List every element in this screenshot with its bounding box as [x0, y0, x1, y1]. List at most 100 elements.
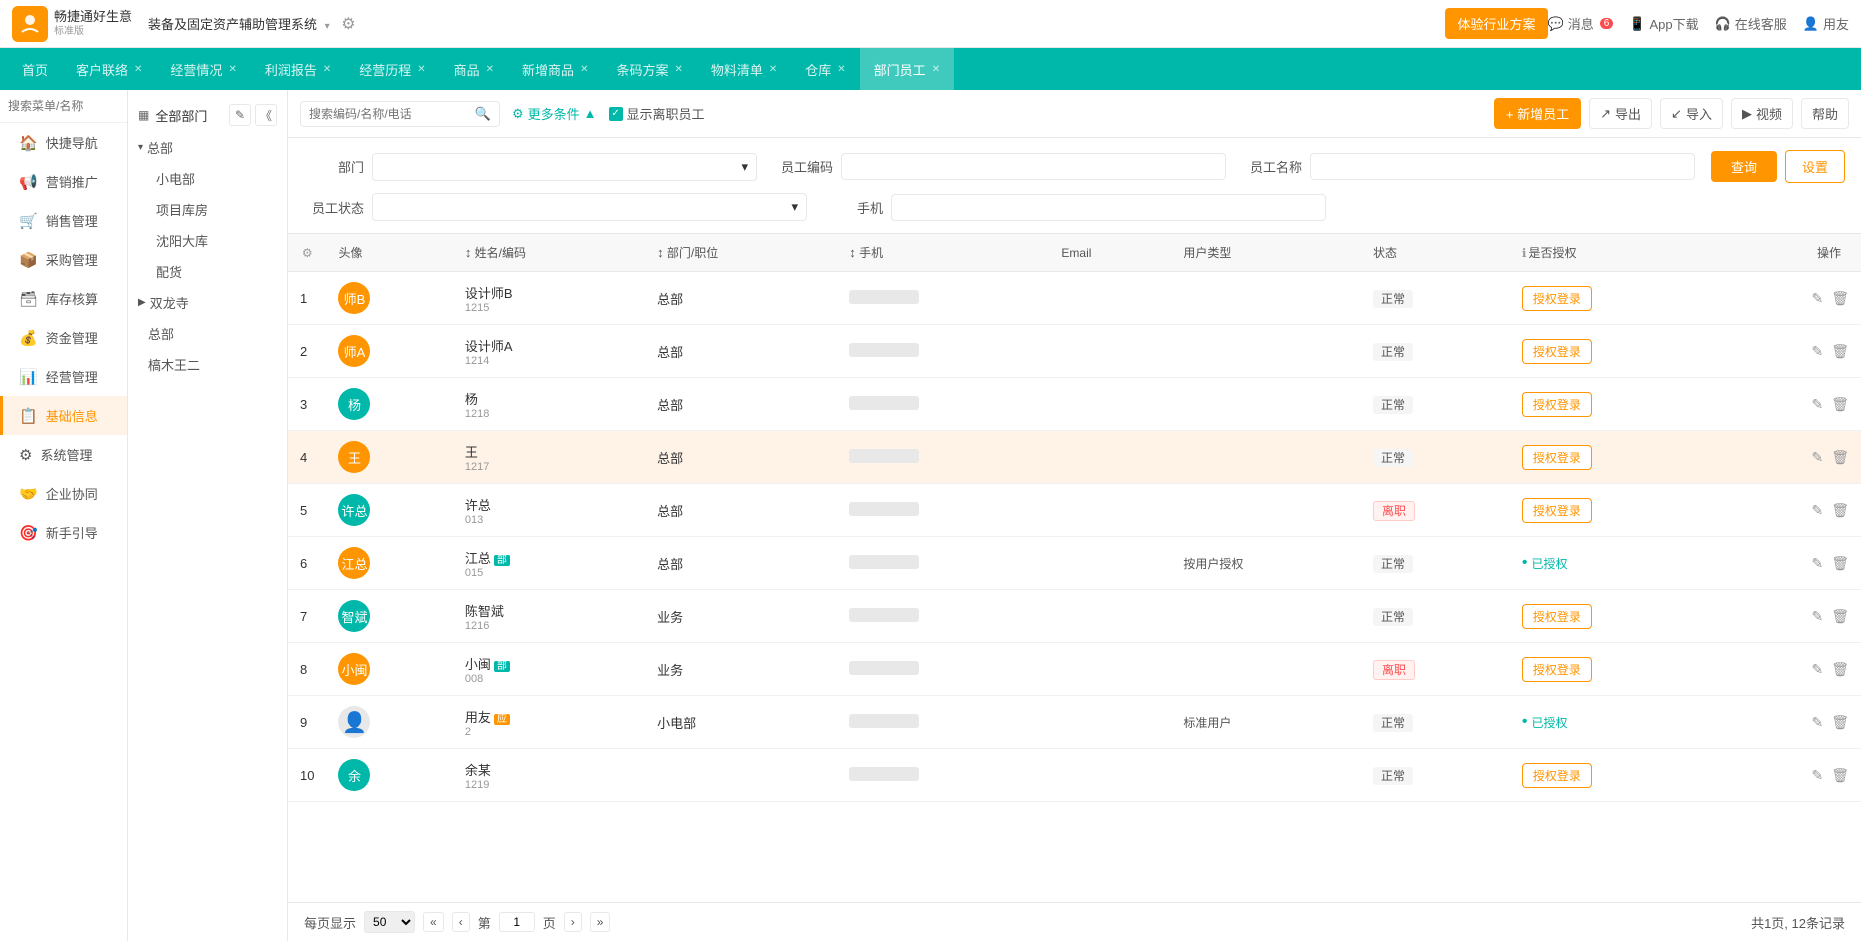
emp-code-input[interactable] [841, 153, 1226, 180]
import-btn[interactable]: ↙ 导入 [1660, 98, 1723, 129]
close-tab-bom[interactable]: ✕ [769, 64, 777, 75]
dept-group-zongbu[interactable]: ▾ 总部 [128, 132, 287, 163]
view-btn[interactable]: ▶ 视频 [1731, 98, 1793, 129]
show-resigned-toggle[interactable]: ✓ 显示离职员工 [609, 104, 705, 123]
edit-btn[interactable]: ✎ [1811, 290, 1823, 307]
sidebar-item-guide[interactable]: 🎯 新手引导 [0, 513, 127, 552]
query-btn[interactable]: 查询 [1711, 151, 1777, 182]
delete-btn[interactable]: 🗑 [1831, 714, 1849, 731]
auth-btn[interactable]: 授权登录 [1522, 604, 1592, 629]
edit-btn[interactable]: ✎ [1811, 343, 1823, 360]
export-btn[interactable]: ↗ 导出 [1589, 98, 1652, 129]
set-btn[interactable]: 设置 [1785, 150, 1845, 183]
dept-select[interactable]: ▾ [372, 153, 757, 181]
delete-btn[interactable]: 🗑 [1831, 502, 1849, 519]
prev-page-btn[interactable]: ‹ [452, 912, 470, 932]
dept-item-peihuo[interactable]: 配货 [128, 256, 287, 287]
dept-edit-icon[interactable]: ✎ [229, 104, 251, 126]
tab-history[interactable]: 经营历程 ✕ [345, 48, 439, 90]
delete-btn[interactable]: 🗑 [1831, 290, 1849, 307]
help-btn[interactable]: 帮助 [1801, 98, 1849, 129]
dept-group-shuanglongsi[interactable]: ▶ 双龙寺 [128, 287, 287, 318]
experience-btn[interactable]: 体验行业方案 [1445, 8, 1547, 39]
delete-btn[interactable]: 🗑 [1831, 661, 1849, 678]
edit-btn[interactable]: ✎ [1811, 502, 1823, 519]
auth-btn[interactable]: 授权登录 [1522, 763, 1592, 788]
sidebar-item-operation[interactable]: 📊 经营管理 [0, 357, 127, 396]
online-service-btn[interactable]: 🎧 在线客服 [1715, 14, 1787, 33]
edit-btn[interactable]: ✎ [1811, 396, 1823, 413]
delete-btn[interactable]: 🗑 [1831, 343, 1849, 360]
edit-btn[interactable]: ✎ [1811, 449, 1823, 466]
close-tab-customer[interactable]: ✕ [134, 64, 142, 75]
sidebar-item-marketing[interactable]: 📢 营销推广 [0, 162, 127, 201]
first-page-btn[interactable]: « [423, 912, 444, 932]
edit-btn[interactable]: ✎ [1811, 714, 1823, 731]
system-dropdown-icon[interactable]: ▾ [325, 21, 330, 32]
dept-item-xiangmukufang[interactable]: 项目库房 [128, 194, 287, 225]
tab-add-goods[interactable]: 新增商品 ✕ [508, 48, 602, 90]
tab-goods[interactable]: 商品 ✕ [440, 48, 508, 90]
dept-item-zongbu2[interactable]: 总部 [128, 318, 287, 349]
auth-btn[interactable]: 授权登录 [1522, 657, 1592, 682]
auth-btn[interactable]: 授权登录 [1522, 286, 1592, 311]
page-size-select[interactable]: 50 100 200 [364, 911, 415, 933]
settings-gear-icon[interactable]: ⚙ [341, 16, 355, 33]
sidebar-item-finance[interactable]: 💰 资金管理 [0, 318, 127, 357]
app-download-btn[interactable]: 📱 App下载 [1629, 14, 1698, 33]
close-tab-goods[interactable]: ✕ [486, 64, 494, 75]
edit-btn[interactable]: ✎ [1811, 767, 1823, 784]
delete-btn[interactable]: 🗑 [1831, 767, 1849, 784]
sidebar-item-shortcut[interactable]: 🏠 快捷导航 [0, 123, 127, 162]
delete-btn[interactable]: 🗑 [1831, 396, 1849, 413]
tab-barcode[interactable]: 条码方案 ✕ [602, 48, 696, 90]
last-page-btn[interactable]: » [590, 912, 611, 932]
tab-customer[interactable]: 客户联络 ✕ [62, 48, 156, 90]
message-btn[interactable]: 💬 消息 6 [1548, 14, 1614, 33]
tab-warehouse[interactable]: 仓库 ✕ [791, 48, 859, 90]
sidebar-item-system[interactable]: ⚙ 系统管理 [0, 435, 127, 474]
tab-bom[interactable]: 物料清单 ✕ [697, 48, 791, 90]
sidebar-item-sales[interactable]: 🛒 销售管理 [0, 201, 127, 240]
emp-name-input[interactable] [1310, 153, 1695, 180]
close-tab-history[interactable]: ✕ [417, 64, 425, 75]
tab-operation[interactable]: 经营情况 ✕ [156, 48, 250, 90]
edit-btn[interactable]: ✎ [1811, 608, 1823, 625]
tab-profit[interactable]: 利润报告 ✕ [251, 48, 345, 90]
close-tab-warehouse[interactable]: ✕ [837, 64, 845, 75]
show-resigned-checkbox[interactable]: ✓ [609, 107, 623, 121]
dept-item-shenyangdajia[interactable]: 沈阳大库 [128, 225, 287, 256]
auth-btn[interactable]: 授权登录 [1522, 498, 1592, 523]
delete-btn[interactable]: 🗑 [1831, 555, 1849, 572]
close-tab-add-goods[interactable]: ✕ [580, 64, 588, 75]
next-page-btn[interactable]: › [564, 912, 582, 932]
close-tab-profit[interactable]: ✕ [323, 64, 331, 75]
close-tab-employee[interactable]: ✕ [932, 64, 940, 75]
search-menu-input[interactable] [8, 99, 128, 113]
dept-item-puguwanger[interactable]: 槁木王二 [128, 349, 287, 380]
user-btn[interactable]: 👤 用友 [1803, 14, 1849, 33]
tab-home[interactable]: 首页 [8, 48, 62, 90]
col-settings[interactable]: ⚙ [288, 234, 326, 272]
close-tab-barcode[interactable]: ✕ [674, 64, 682, 75]
auth-btn[interactable]: 授权登录 [1522, 339, 1592, 364]
auth-btn[interactable]: 授权登录 [1522, 392, 1592, 417]
edit-btn[interactable]: ✎ [1811, 555, 1823, 572]
more-filter-btn[interactable]: ⚙ 更多条件 ▲ [512, 104, 597, 123]
add-employee-btn[interactable]: + 新增员工 [1494, 98, 1581, 129]
search-input[interactable] [309, 107, 471, 121]
sidebar-item-basic[interactable]: 📋 基础信息 [0, 396, 127, 435]
sidebar-item-inventory[interactable]: 🗃 库存核算 [0, 279, 127, 318]
sidebar-item-collab[interactable]: 🤝 企业协同 [0, 474, 127, 513]
dept-collapse-icon[interactable]: 《 [255, 104, 277, 126]
delete-btn[interactable]: 🗑 [1831, 608, 1849, 625]
dept-item-xiaodianbu[interactable]: 小电部 [128, 163, 287, 194]
page-number-input[interactable] [499, 912, 535, 932]
emp-status-select[interactable]: ▾ [372, 193, 807, 221]
edit-btn[interactable]: ✎ [1811, 661, 1823, 678]
sidebar-item-purchase[interactable]: 📦 采购管理 [0, 240, 127, 279]
phone-input[interactable] [891, 194, 1326, 221]
delete-btn[interactable]: 🗑 [1831, 449, 1849, 466]
close-tab-operation[interactable]: ✕ [228, 64, 236, 75]
auth-btn[interactable]: 授权登录 [1522, 445, 1592, 470]
